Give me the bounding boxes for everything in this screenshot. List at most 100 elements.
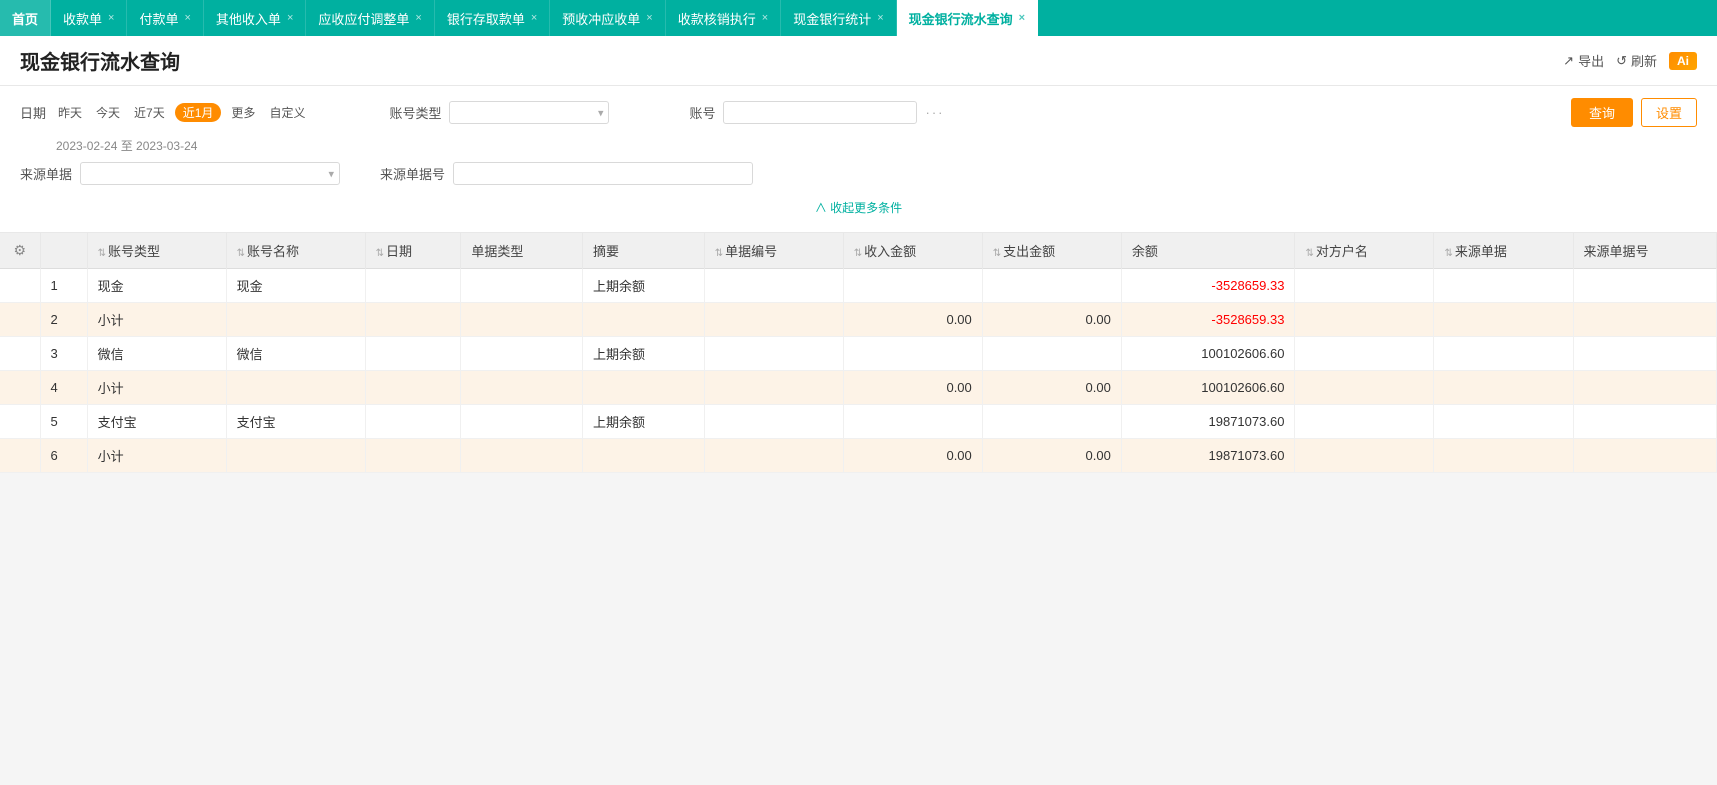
nav-tab-collection-exec[interactable]: 收款核销执行 × bbox=[666, 0, 781, 36]
row-source-doc-no bbox=[1573, 439, 1717, 473]
row-doc-no bbox=[704, 337, 843, 371]
collapse-bar[interactable]: ∧ 收起更多条件 bbox=[20, 195, 1697, 220]
date-btn-more[interactable]: 更多 bbox=[227, 103, 259, 122]
row-gear-cell bbox=[0, 405, 40, 439]
row-account-name bbox=[226, 439, 365, 473]
table-row: 1 现金 现金 上期余额 -3528659.33 bbox=[0, 269, 1717, 303]
nav-tab-other-income-close[interactable]: × bbox=[287, 12, 293, 24]
row-doc-no bbox=[704, 439, 843, 473]
settings-button[interactable]: 设置 bbox=[1641, 98, 1697, 127]
date-btn-custom[interactable]: 自定义 bbox=[265, 103, 309, 122]
row-doc-type bbox=[461, 371, 583, 405]
nav-home[interactable]: 首页 bbox=[0, 0, 51, 36]
table-row: 6 小计 0.00 0.00 19871073.60 bbox=[0, 439, 1717, 473]
row-expense: 0.00 bbox=[982, 303, 1121, 337]
nav-tab-ar-ap-adjust-label: 应收应付调整单 bbox=[318, 9, 409, 28]
row-doc-no bbox=[704, 303, 843, 337]
nav-tab-payment[interactable]: 付款单 × bbox=[127, 0, 203, 36]
refresh-label: 刷新 bbox=[1631, 51, 1657, 70]
account-type-select-wrapper: 现金 微信 支付宝 bbox=[449, 101, 609, 124]
account-more-btn[interactable]: ··· bbox=[925, 105, 944, 120]
collapse-label: 收起更多条件 bbox=[830, 201, 902, 215]
nav-home-label: 首页 bbox=[12, 9, 38, 28]
nav-tab-payment-close[interactable]: × bbox=[184, 12, 190, 24]
col-source-doc[interactable]: ⇅来源单据 bbox=[1434, 233, 1573, 269]
date-shortcuts: 昨天 今天 近7天 近1月 更多 自定义 bbox=[54, 103, 309, 122]
action-buttons: 查询 设置 bbox=[1571, 98, 1697, 127]
col-expense[interactable]: ⇅支出金额 bbox=[982, 233, 1121, 269]
row-account-type: 小计 bbox=[87, 439, 226, 473]
account-input[interactable] bbox=[723, 101, 917, 124]
row-account-type: 小计 bbox=[87, 303, 226, 337]
date-range-text: 2023-02-24 至 2023-03-24 bbox=[56, 139, 197, 153]
col-doc-type: 单据类型 bbox=[461, 233, 583, 269]
col-doc-no[interactable]: ⇅单据编号 bbox=[704, 233, 843, 269]
row-counterpart bbox=[1295, 371, 1434, 405]
filter-area: 日期 昨天 今天 近7天 近1月 更多 自定义 账号类型 现金 微信 支付宝 bbox=[0, 86, 1717, 233]
page-title: 现金银行流水查询 bbox=[20, 46, 180, 75]
row-source-doc-no bbox=[1573, 337, 1717, 371]
ai-badge[interactable]: Ai bbox=[1669, 52, 1697, 70]
row-balance: 19871073.60 bbox=[1121, 439, 1295, 473]
row-balance: -3528659.33 bbox=[1121, 269, 1295, 303]
row-doc-type bbox=[461, 337, 583, 371]
col-income[interactable]: ⇅收入金额 bbox=[843, 233, 982, 269]
page-header: 现金银行流水查询 ↗ 导出 ↺ 刷新 Ai bbox=[0, 36, 1717, 86]
row-account-type: 微信 bbox=[87, 337, 226, 371]
row-date bbox=[365, 269, 461, 303]
row-source-doc bbox=[1434, 337, 1573, 371]
row-summary: 上期余额 bbox=[583, 337, 705, 371]
nav-tab-cash-flow-close[interactable]: × bbox=[1019, 12, 1025, 24]
row-income bbox=[843, 269, 982, 303]
date-btn-7days[interactable]: 近7天 bbox=[130, 103, 169, 122]
row-num: 2 bbox=[40, 303, 87, 337]
nav-tab-receipt[interactable]: 收款单 × bbox=[51, 0, 127, 36]
nav-tab-receipt-close[interactable]: × bbox=[108, 12, 114, 24]
nav-tab-bank-deposit-close[interactable]: × bbox=[531, 12, 537, 24]
date-btn-yesterday[interactable]: 昨天 bbox=[54, 103, 86, 122]
row-source-doc bbox=[1434, 269, 1573, 303]
nav-tab-cash-flow[interactable]: 现金银行流水查询 × bbox=[897, 0, 1038, 36]
date-btn-1month[interactable]: 近1月 bbox=[175, 103, 222, 122]
col-summary: 摘要 bbox=[583, 233, 705, 269]
nav-tab-ar-ap-adjust[interactable]: 应收应付调整单 × bbox=[306, 0, 434, 36]
row-balance: 19871073.60 bbox=[1121, 405, 1295, 439]
collapse-icon: ∧ bbox=[815, 201, 830, 215]
nav-tab-cash-stats-close[interactable]: × bbox=[877, 12, 883, 24]
row-doc-type bbox=[461, 303, 583, 337]
nav-tab-ar-ap-adjust-close[interactable]: × bbox=[415, 12, 421, 24]
row-expense bbox=[982, 405, 1121, 439]
nav-tab-prepaid-offset[interactable]: 预收冲应收单 × bbox=[550, 0, 665, 36]
source-doc-num-input[interactable] bbox=[453, 162, 753, 185]
row-doc-type bbox=[461, 405, 583, 439]
nav-tab-bank-deposit-label: 银行存取款单 bbox=[447, 9, 525, 28]
row-num: 6 bbox=[40, 439, 87, 473]
col-account-type[interactable]: ⇅账号类型 bbox=[87, 233, 226, 269]
nav-tab-collection-exec-close[interactable]: × bbox=[762, 12, 768, 24]
nav-tab-cash-flow-label: 现金银行流水查询 bbox=[909, 9, 1013, 28]
row-source-doc bbox=[1434, 405, 1573, 439]
export-button[interactable]: ↗ 导出 bbox=[1563, 51, 1604, 70]
account-type-select[interactable]: 现金 微信 支付宝 bbox=[449, 101, 609, 124]
nav-tab-bank-deposit[interactable]: 银行存取款单 × bbox=[435, 0, 550, 36]
nav-tab-other-income[interactable]: 其他收入单 × bbox=[204, 0, 306, 36]
filter-row-1: 日期 昨天 今天 近7天 近1月 更多 自定义 账号类型 现金 微信 支付宝 bbox=[20, 98, 1697, 127]
table-settings-icon[interactable]: ⚙ bbox=[13, 242, 26, 258]
row-doc-type bbox=[461, 439, 583, 473]
row-gear-cell bbox=[0, 439, 40, 473]
row-doc-no bbox=[704, 371, 843, 405]
date-btn-today[interactable]: 今天 bbox=[92, 103, 124, 122]
col-date[interactable]: ⇅日期 bbox=[365, 233, 461, 269]
nav-tab-cash-stats[interactable]: 现金银行统计 × bbox=[781, 0, 896, 36]
source-doc-select[interactable] bbox=[80, 162, 340, 185]
row-gear-cell bbox=[0, 269, 40, 303]
row-account-name: 支付宝 bbox=[226, 405, 365, 439]
nav-tab-receipt-label: 收款单 bbox=[63, 9, 102, 28]
nav-tab-prepaid-offset-close[interactable]: × bbox=[646, 12, 652, 24]
query-button[interactable]: 查询 bbox=[1571, 98, 1633, 127]
col-account-name[interactable]: ⇅账号名称 bbox=[226, 233, 365, 269]
row-num: 4 bbox=[40, 371, 87, 405]
row-doc-no bbox=[704, 269, 843, 303]
col-counterpart[interactable]: ⇅对方户名 bbox=[1295, 233, 1434, 269]
refresh-button[interactable]: ↺ 刷新 bbox=[1616, 51, 1657, 70]
